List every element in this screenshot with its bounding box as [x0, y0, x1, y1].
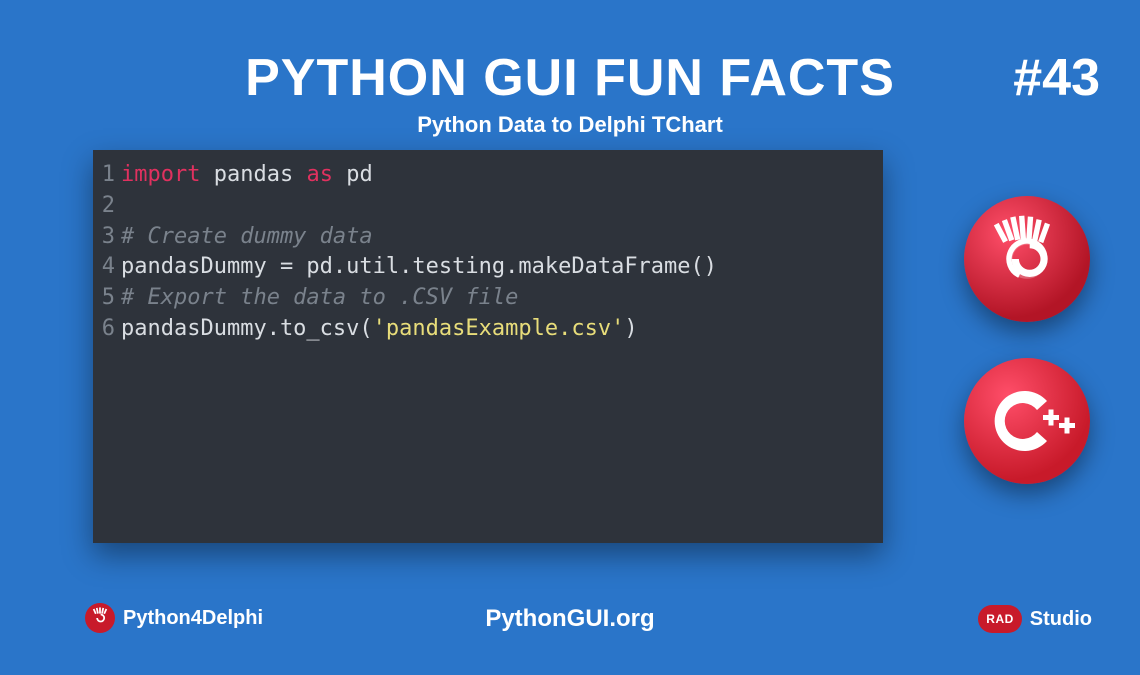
- code-line: 4pandasDummy = pd.util.testing.makeDataF…: [93, 252, 883, 283]
- footer-center-label: PythonGUI.org: [0, 605, 1140, 633]
- code-token: 'pandasExample.csv': [373, 316, 625, 341]
- fact-number-badge: #43: [1013, 48, 1100, 108]
- code-line: 5# Export the data to .CSV file: [93, 283, 883, 314]
- rad-pill-icon: RAD: [978, 605, 1022, 633]
- line-number: 3: [93, 222, 115, 253]
- code-token: pandasDummy = pd.util.testing.makeDataFr…: [121, 254, 717, 279]
- code-token: pandasDummy.to_csv(: [121, 316, 373, 341]
- code-token: as: [306, 162, 333, 187]
- page-subtitle: Python Data to Delphi TChart: [0, 112, 1140, 138]
- delphi-logo-icon: [964, 196, 1090, 322]
- code-token: # Export the data to .CSV file: [121, 285, 518, 310]
- footer-right-label: Studio: [1030, 608, 1092, 631]
- line-number: 5: [93, 283, 115, 314]
- code-token: ): [624, 316, 637, 341]
- line-number: 2: [93, 191, 115, 222]
- code-block: 1import pandas as pd23# Create dummy dat…: [93, 150, 883, 543]
- page-title: PYTHON GUI FUN FACTS: [0, 48, 1140, 108]
- code-line: 3# Create dummy data: [93, 222, 883, 253]
- code-line: 2: [93, 191, 883, 222]
- code-line: 6pandasDummy.to_csv('pandasExample.csv'): [93, 314, 883, 345]
- cpp-builder-logo-icon: [964, 358, 1090, 484]
- line-number: 6: [93, 314, 115, 345]
- line-number: 1: [93, 160, 115, 191]
- code-line: 1import pandas as pd: [93, 160, 883, 191]
- code-token: # Create dummy data: [121, 224, 373, 249]
- helmet-icon: [982, 214, 1072, 304]
- c-plus-plus-icon: [977, 371, 1077, 471]
- code-token: pandas: [200, 162, 306, 187]
- code-token: import: [121, 162, 200, 187]
- code-token: pd: [333, 162, 373, 187]
- line-number: 4: [93, 252, 115, 283]
- footer-right: RAD Studio: [978, 605, 1092, 633]
